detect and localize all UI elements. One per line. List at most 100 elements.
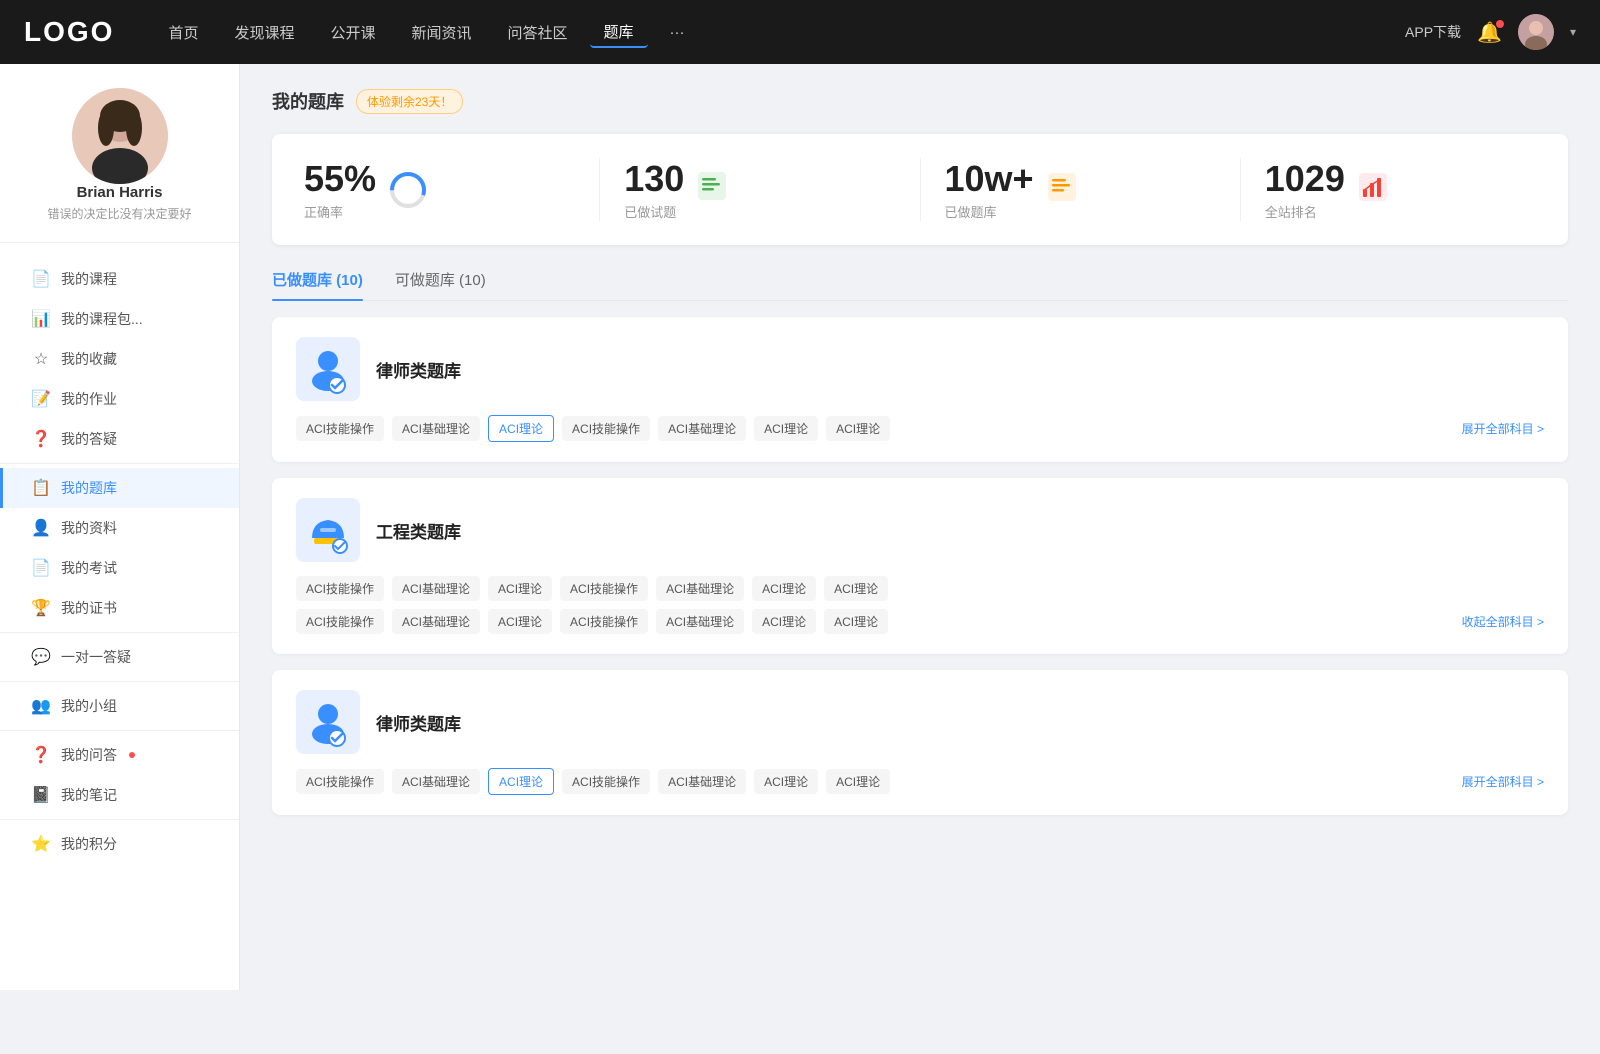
stat-label-rank: 全站排名 [1265,202,1345,221]
tabs-row: 已做题库 (10) 可做题库 (10) [272,269,1568,301]
sidebar-label-2: 我的收藏 [61,349,117,369]
tag[interactable]: ACI理论 [752,609,816,634]
avatar[interactable] [1518,14,1554,50]
logo[interactable]: LOGO [24,16,114,48]
expand-link-3[interactable]: 展开全部科目 > [1462,773,1544,790]
sidebar-profile: Brian Harris 错误的决定比没有决定要好 [0,88,239,243]
nav-item-···[interactable]: ··· [656,20,699,45]
tag[interactable]: ACI基础理论 [658,769,746,794]
tags-row-2b: ACI技能操作 ACI基础理论 ACI理论 ACI技能操作 ACI基础理论 AC… [296,609,1544,634]
tag[interactable]: ACI基础理论 [392,416,480,441]
tag[interactable]: ACI基础理论 [658,416,746,441]
sidebar-item-6[interactable]: 👤 我的资料 [0,508,239,548]
profile-avatar[interactable] [72,88,168,184]
sidebar-label-8: 我的证书 [61,598,117,618]
sidebar-label-4: 我的答疑 [61,429,117,449]
nav-item-发现课程[interactable]: 发现课程 [220,18,308,47]
sidebar-label-9: 一对一答疑 [61,647,131,667]
sidebar-icon-10: 👥 [31,696,51,716]
tab-available-banks[interactable]: 可做题库 (10) [395,269,486,300]
collapse-link-2[interactable]: 收起全部科目 > [1462,613,1544,630]
sidebar-label-13: 我的积分 [61,834,117,854]
tag[interactable]: ACI技能操作 [560,609,648,634]
trial-badge: 体验剩余23天！ [356,89,463,114]
sidebar-item-2[interactable]: ☆ 我的收藏 [0,339,239,379]
divider [0,730,239,731]
qbank-header-2: 工程类题库 [296,498,1544,562]
sidebar-item-4[interactable]: ❓ 我的答疑 [0,419,239,459]
sidebar-icon-7: 📄 [31,558,51,578]
stat-label-correct: 正确率 [304,202,376,221]
chart-red-icon [1357,171,1389,208]
notification-bell[interactable]: 🔔 [1477,20,1502,45]
sidebar-item-8[interactable]: 🏆 我的证书 [0,588,239,628]
tag[interactable]: ACI技能操作 [296,609,384,634]
sidebar-item-12[interactable]: 📓 我的笔记 [0,775,239,815]
red-dot [129,752,135,758]
tag[interactable]: ACI技能操作 [296,416,384,441]
sidebar-item-13[interactable]: ⭐ 我的积分 [0,824,239,864]
tag[interactable]: ACI基础理论 [392,769,480,794]
sidebar-item-10[interactable]: 👥 我的小组 [0,686,239,726]
app-download-link[interactable]: APP下载 [1405,22,1461,42]
sidebar-item-9[interactable]: 💬 一对一答疑 [0,637,239,677]
sidebar-item-0[interactable]: 📄 我的课程 [0,259,239,299]
tab-done-banks[interactable]: 已做题库 (10) [272,269,363,300]
sidebar-item-5[interactable]: 📋 我的题库 [0,468,239,508]
notification-dot [1496,20,1504,28]
tag[interactable]: ACI理论 [752,576,816,601]
sidebar-username: Brian Harris [77,184,163,201]
tag[interactable]: ACI理论 [826,416,890,441]
sidebar-icon-8: 🏆 [31,598,51,618]
sidebar-label-1: 我的课程包... [61,309,143,329]
sidebar-icon-3: 📝 [31,389,51,409]
tag[interactable]: ACI技能操作 [296,576,384,601]
tag[interactable]: ACI基础理论 [656,609,744,634]
sidebar-label-7: 我的考试 [61,558,117,578]
sidebar-motto: 错误的决定比没有决定要好 [31,205,207,222]
stat-ranking: 1029 全站排名 [1265,158,1536,221]
tag-active[interactable]: ACI理论 [488,415,554,442]
tag-active[interactable]: ACI理论 [488,768,554,795]
tag[interactable]: ACI理论 [488,609,552,634]
sidebar-label-5: 我的题库 [61,478,117,498]
qbank-card-lawyer-1: 律师类题库 ACI技能操作 ACI基础理论 ACI理论 ACI技能操作 ACI基… [272,317,1568,462]
sidebar-icon-0: 📄 [31,269,51,289]
tag[interactable]: ACI理论 [824,576,888,601]
nav-item-公开课[interactable]: 公开课 [316,18,389,47]
tag[interactable]: ACI技能操作 [560,576,648,601]
sidebar-item-1[interactable]: 📊 我的课程包... [0,299,239,339]
qbank-icon-engineering [296,498,360,562]
expand-link-1[interactable]: 展开全部科目 > [1462,420,1544,437]
tag[interactable]: ACI基础理论 [392,576,480,601]
qbank-title-3: 律师类题库 [376,710,461,735]
tag[interactable]: ACI理论 [826,769,890,794]
qbank-card-lawyer-2: 律师类题库 ACI技能操作 ACI基础理论 ACI理论 ACI技能操作 ACI基… [272,670,1568,815]
tag[interactable]: ACI基础理论 [392,609,480,634]
nav-item-首页[interactable]: 首页 [154,18,212,47]
main-content: 我的题库 体验剩余23天！ 55% 正确率 [240,64,1600,990]
stat-correct-rate: 55% 正确率 [304,158,600,221]
tag[interactable]: ACI基础理论 [656,576,744,601]
sidebar-label-0: 我的课程 [61,269,117,289]
tag[interactable]: ACI技能操作 [562,416,650,441]
tag[interactable]: ACI技能操作 [296,769,384,794]
tag[interactable]: ACI理论 [754,416,818,441]
stat-bank-done: 10w+ 已做题库 [945,158,1241,221]
tag[interactable]: ACI理论 [754,769,818,794]
sidebar-item-3[interactable]: 📝 我的作业 [0,379,239,419]
sidebar-item-7[interactable]: 📄 我的考试 [0,548,239,588]
qbank-header-3: 律师类题库 [296,690,1544,754]
nav-item-问答社区[interactable]: 问答社区 [494,18,582,47]
sidebar-icon-9: 💬 [31,647,51,667]
sidebar-item-11[interactable]: ❓ 我的问答 [0,735,239,775]
qbank-title-2: 工程类题库 [376,518,461,543]
tag[interactable]: ACI理论 [824,609,888,634]
avatar-chevron-icon[interactable]: ▾ [1570,25,1576,39]
sidebar-icon-1: 📊 [31,309,51,329]
sidebar-label-12: 我的笔记 [61,785,117,805]
nav-item-新闻资讯[interactable]: 新闻资讯 [398,18,486,47]
nav-item-题库[interactable]: 题库 [590,17,648,48]
tag[interactable]: ACI技能操作 [562,769,650,794]
tag[interactable]: ACI理论 [488,576,552,601]
